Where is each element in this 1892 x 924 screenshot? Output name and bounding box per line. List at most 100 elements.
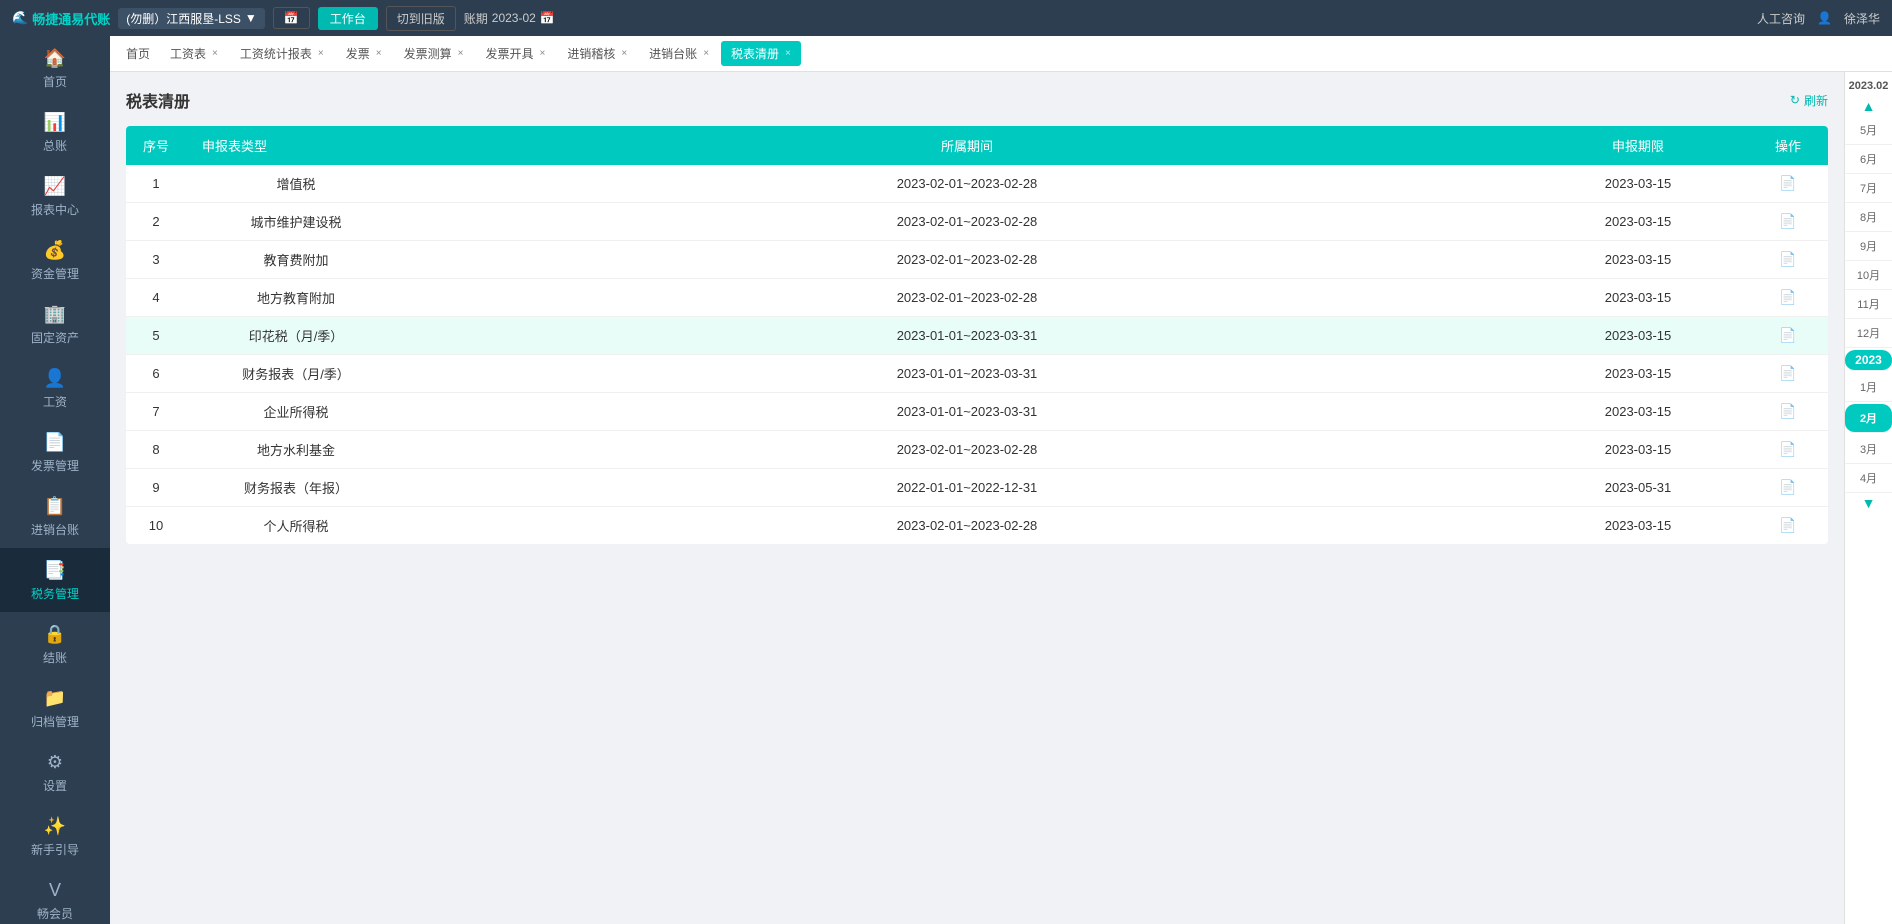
sidebar-item-closing[interactable]: 🔒 结账 bbox=[0, 612, 110, 676]
op-view-btn[interactable]: 📄 bbox=[1779, 517, 1796, 533]
cell-period: 2022-01-01~2022-12-31 bbox=[406, 469, 1528, 507]
timeline-month-5[interactable]: 5月 bbox=[1845, 116, 1892, 145]
timeline-toggle-down[interactable]: ▼ bbox=[1860, 493, 1878, 513]
tab-close-sales-check[interactable]: × bbox=[621, 48, 627, 59]
tab-close-salary-stats[interactable]: × bbox=[318, 48, 324, 59]
company-selector[interactable]: (勿删）江西服垦-LSS ▼ bbox=[118, 8, 265, 29]
sidebar-item-ledger[interactable]: 📊 总账 bbox=[0, 100, 110, 164]
sidebar-label-vip: 畅会员 bbox=[37, 905, 73, 922]
calendar-btn[interactable]: 📅 bbox=[273, 7, 310, 29]
cell-deadline: 2023-05-31 bbox=[1528, 469, 1748, 507]
right-panel: 2023.02 ▲ 5月 6月 7月 8月 9月 10月 11月 12月 202… bbox=[1844, 72, 1892, 924]
op-view-btn[interactable]: 📄 bbox=[1779, 251, 1796, 267]
cell-seq: 9 bbox=[126, 469, 186, 507]
op-view-btn[interactable]: 📄 bbox=[1779, 403, 1796, 419]
sidebar-item-assets[interactable]: 🏢 固定资产 bbox=[0, 292, 110, 356]
th-deadline: 申报期限 bbox=[1528, 126, 1748, 165]
logo-icon: 🌊 bbox=[12, 10, 28, 26]
cell-type: 财务报表（年报） bbox=[186, 469, 406, 507]
refresh-button[interactable]: ↻ 刷新 bbox=[1790, 92, 1828, 109]
timeline-month-2-active[interactable]: 2月 bbox=[1845, 404, 1892, 433]
timeline-month-9[interactable]: 9月 bbox=[1845, 232, 1892, 261]
tab-close-salary[interactable]: × bbox=[212, 48, 218, 59]
tab-invoice-open[interactable]: 发票开具 × bbox=[475, 41, 555, 66]
cell-period: 2023-02-01~2023-02-28 bbox=[406, 165, 1528, 203]
table-row: 2 城市维护建设税 2023-02-01~2023-02-28 2023-03-… bbox=[126, 203, 1828, 241]
timeline-month-11[interactable]: 11月 bbox=[1845, 290, 1892, 319]
table-row: 3 教育费附加 2023-02-01~2023-02-28 2023-03-15… bbox=[126, 241, 1828, 279]
switch-old-btn[interactable]: 切到旧版 bbox=[386, 6, 456, 31]
sidebar-item-guide[interactable]: ✨ 新手引导 bbox=[0, 804, 110, 868]
page-header: 税表清册 ↻ 刷新 bbox=[126, 88, 1828, 112]
sidebar-item-archive[interactable]: 📁 归档管理 bbox=[0, 676, 110, 740]
user-name[interactable]: 徐泽华 bbox=[1844, 10, 1880, 27]
op-view-btn[interactable]: 📄 bbox=[1779, 479, 1796, 495]
sidebar-item-invoice[interactable]: 📄 发票管理 bbox=[0, 420, 110, 484]
cell-period: 2023-02-01~2023-02-28 bbox=[406, 431, 1528, 469]
tab-salary[interactable]: 工资表 × bbox=[160, 41, 228, 66]
timeline-month-1[interactable]: 1月 bbox=[1845, 373, 1892, 402]
tab-home[interactable]: 首页 bbox=[118, 41, 158, 66]
sidebar-label-guide: 新手引导 bbox=[31, 841, 79, 858]
page-content: 税表清册 ↻ 刷新 序号 申报表类型 所属期间 申报期限 操作 bbox=[110, 72, 1892, 924]
tab-sales-check[interactable]: 进销稽核 × bbox=[557, 41, 637, 66]
tab-sales-ledger[interactable]: 进销台账 × bbox=[639, 41, 719, 66]
cell-seq: 8 bbox=[126, 431, 186, 469]
op-view-btn[interactable]: 📄 bbox=[1779, 213, 1796, 229]
user-avatar[interactable]: 👤 bbox=[1817, 11, 1832, 25]
th-period: 所属期间 bbox=[406, 126, 1528, 165]
cell-op: 📄 bbox=[1748, 203, 1828, 241]
op-view-btn[interactable]: 📄 bbox=[1779, 365, 1796, 381]
sidebar-item-settings[interactable]: ⚙ 设置 bbox=[0, 740, 110, 804]
timeline-toggle-up[interactable]: ▲ bbox=[1860, 96, 1878, 116]
archive-icon: 📁 bbox=[44, 688, 66, 709]
op-view-btn[interactable]: 📄 bbox=[1779, 441, 1796, 457]
tab-close-invoice-open[interactable]: × bbox=[539, 48, 545, 59]
sidebar-item-home[interactable]: 🏠 首页 bbox=[0, 36, 110, 100]
timeline-month-4[interactable]: 4月 bbox=[1845, 464, 1892, 493]
op-view-btn[interactable]: 📄 bbox=[1779, 175, 1796, 191]
timeline-month-7[interactable]: 7月 bbox=[1845, 174, 1892, 203]
cell-deadline: 2023-03-15 bbox=[1528, 203, 1748, 241]
tab-close-invoice-calc[interactable]: × bbox=[458, 48, 464, 59]
table-row: 4 地方教育附加 2023-02-01~2023-02-28 2023-03-1… bbox=[126, 279, 1828, 317]
cell-period: 2023-01-01~2023-03-31 bbox=[406, 393, 1528, 431]
th-type: 申报表类型 bbox=[186, 126, 406, 165]
guide-icon: ✨ bbox=[44, 816, 66, 837]
tab-tax-list[interactable]: 税表清册 × bbox=[721, 41, 801, 66]
table-row: 10 个人所得税 2023-02-01~2023-02-28 2023-03-1… bbox=[126, 507, 1828, 545]
timeline-month-8[interactable]: 8月 bbox=[1845, 203, 1892, 232]
app-name: 畅捷通易代账 bbox=[32, 9, 110, 28]
cell-op: 📄 bbox=[1748, 393, 1828, 431]
cell-seq: 7 bbox=[126, 393, 186, 431]
sidebar-item-tax[interactable]: 📑 税务管理 bbox=[0, 548, 110, 612]
tab-close-sales-ledger[interactable]: × bbox=[703, 48, 709, 59]
tab-invoice-calc[interactable]: 发票测算 × bbox=[394, 41, 474, 66]
company-name: (勿删）江西服垦-LSS bbox=[126, 10, 241, 27]
sidebar-item-sales[interactable]: 📋 进销台账 bbox=[0, 484, 110, 548]
app-logo: 🌊 畅捷通易代账 bbox=[12, 9, 110, 28]
timeline-month-10[interactable]: 10月 bbox=[1845, 261, 1892, 290]
sidebar-item-reports[interactable]: 📈 报表中心 bbox=[0, 164, 110, 228]
cell-deadline: 2023-03-15 bbox=[1528, 393, 1748, 431]
calendar-icon[interactable]: 📅 bbox=[540, 11, 555, 25]
op-view-btn[interactable]: 📄 bbox=[1779, 289, 1796, 305]
timeline-year-2023[interactable]: 2023 bbox=[1845, 350, 1892, 371]
workstation-btn[interactable]: 工作台 bbox=[318, 7, 378, 30]
cell-period: 2023-02-01~2023-02-28 bbox=[406, 203, 1528, 241]
sidebar-item-vip[interactable]: V 畅会员 bbox=[0, 868, 110, 924]
page-title: 税表清册 bbox=[126, 88, 190, 112]
tab-close-tax-list[interactable]: × bbox=[785, 48, 791, 59]
human-consult-btn[interactable]: 人工咨询 bbox=[1757, 10, 1805, 27]
tab-invoice[interactable]: 发票 × bbox=[336, 41, 392, 66]
sidebar-item-funds[interactable]: 💰 资金管理 bbox=[0, 228, 110, 292]
timeline-month-3[interactable]: 3月 bbox=[1845, 435, 1892, 464]
op-view-btn[interactable]: 📄 bbox=[1779, 327, 1796, 343]
cell-period: 2023-02-01~2023-02-28 bbox=[406, 241, 1528, 279]
sidebar-item-salary[interactable]: 👤 工资 bbox=[0, 356, 110, 420]
timeline-month-12[interactable]: 12月 bbox=[1845, 319, 1892, 348]
tab-close-invoice[interactable]: × bbox=[376, 48, 382, 59]
tab-salary-stats[interactable]: 工资统计报表 × bbox=[230, 41, 334, 66]
cell-seq: 3 bbox=[126, 241, 186, 279]
timeline-month-6[interactable]: 6月 bbox=[1845, 145, 1892, 174]
